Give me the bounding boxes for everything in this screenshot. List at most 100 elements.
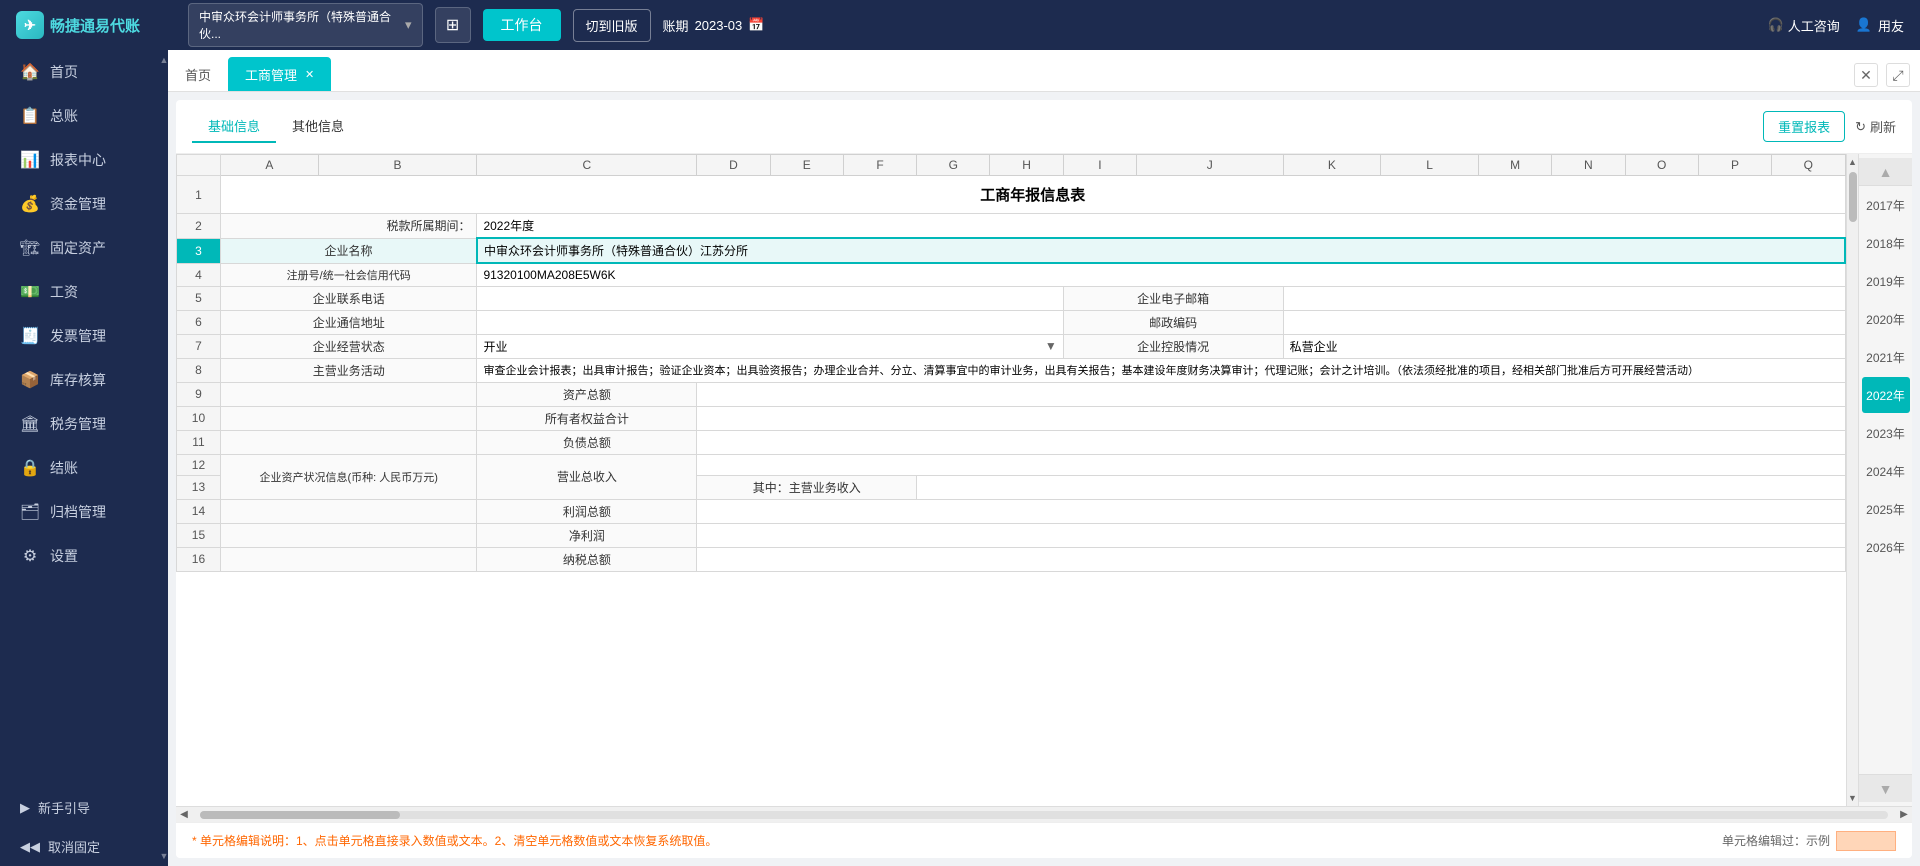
cell-3-value[interactable]: 中审众环会计师事务所（特殊普通合伙）江苏分所 bbox=[477, 238, 1845, 263]
page-toolbar: 基础信息 其他信息 重置报表 ↻ 刷新 bbox=[176, 100, 1912, 154]
cell-7-value1[interactable]: 开业 ▼ bbox=[477, 334, 1063, 358]
cell-11-value[interactable] bbox=[697, 430, 1845, 454]
year-sidebar: ▲ 2017年 2018年 2019年 2020年 2021年 2022年 20… bbox=[1858, 154, 1912, 806]
reset-button[interactable]: 重置报表 bbox=[1763, 111, 1845, 142]
sub-tab-basic[interactable]: 基础信息 bbox=[192, 110, 276, 143]
col-P: P bbox=[1698, 155, 1771, 176]
tab-close-icon[interactable]: ✕ bbox=[305, 68, 314, 81]
row-num-12: 12 bbox=[177, 454, 221, 475]
sidebar-label-invoice: 发票管理 bbox=[50, 326, 106, 346]
service-btn[interactable]: 🎧 人工咨询 bbox=[1768, 16, 1840, 35]
cell-14-label: 利润总额 bbox=[477, 499, 697, 523]
year-btn-2021[interactable]: 2021年 bbox=[1862, 339, 1910, 375]
cell-14-value[interactable] bbox=[697, 499, 1845, 523]
cell-5-value2[interactable] bbox=[1283, 286, 1845, 310]
topbar: ✈ 畅捷通易代账 中审众环会计师事务所（特殊普通合伙... ▾ ⊞ 工作台 切到… bbox=[0, 0, 1920, 50]
logo-icon: ✈ bbox=[16, 11, 44, 39]
user-menu[interactable]: 👤 用友 bbox=[1856, 16, 1904, 35]
cell-5-label1: 企业联系电话 bbox=[220, 286, 476, 310]
cell-13-value[interactable] bbox=[917, 475, 1845, 499]
ledger-icon: 📋 bbox=[20, 106, 40, 126]
v-scroll-up[interactable]: ▲ bbox=[1847, 154, 1858, 170]
table-row: 12 企业资产状况信息(币种: 人民币万元) 营业总收入 bbox=[177, 454, 1846, 475]
cell-1-title[interactable]: 工商年报信息表 bbox=[220, 176, 1845, 214]
year-btn-2018[interactable]: 2018年 bbox=[1862, 225, 1910, 261]
col-L: L bbox=[1381, 155, 1479, 176]
col-K: K bbox=[1283, 155, 1381, 176]
company-selector[interactable]: 中审众环会计师事务所（特殊普通合伙... ▾ bbox=[188, 3, 423, 47]
cell-7-value2[interactable]: 私营企业 bbox=[1283, 334, 1845, 358]
col-J: J bbox=[1137, 155, 1284, 176]
sidebar-item-ledger[interactable]: 📋 总账 bbox=[0, 94, 168, 138]
cell-12-value[interactable] bbox=[697, 454, 1845, 475]
tab-maximize[interactable]: ⤢ bbox=[1886, 63, 1910, 87]
sidebar-item-settings[interactable]: ⚙ 设置 bbox=[0, 534, 168, 578]
settings-icon: ⚙ bbox=[20, 546, 40, 566]
refresh-button[interactable]: ↻ 刷新 bbox=[1855, 117, 1896, 136]
cell-6-value2[interactable] bbox=[1283, 310, 1845, 334]
spreadsheet-container[interactable]: A B C D E F G H I J K L bbox=[176, 154, 1846, 806]
cell-4-value[interactable]: 91320100MA208E5W6K bbox=[477, 263, 1845, 286]
year-nav-down[interactable]: ▼ bbox=[1859, 774, 1912, 802]
h-scroll-thumb[interactable] bbox=[200, 811, 400, 819]
sidebar-item-tax[interactable]: 🏛 税务管理 bbox=[0, 402, 168, 446]
year-btn-2025[interactable]: 2025年 bbox=[1862, 491, 1910, 527]
cell-8-value[interactable]: 审查企业会计报表；出具审计报告；验证企业资本；出具验资报告；办理企业合并、分立、… bbox=[477, 358, 1845, 382]
h-scroll-left[interactable]: ◀ bbox=[176, 807, 192, 823]
tab-close-window[interactable]: ✕ bbox=[1854, 63, 1878, 87]
col-I: I bbox=[1063, 155, 1136, 176]
sidebar-item-salary[interactable]: 💵 工资 bbox=[0, 270, 168, 314]
sidebar-unpin[interactable]: ◀◀ 取消固定 bbox=[0, 827, 168, 866]
cell-15-value[interactable] bbox=[697, 523, 1845, 547]
sidebar-item-closing[interactable]: 🔒 结账 bbox=[0, 446, 168, 490]
company-icon-btn[interactable]: ⊞ bbox=[435, 7, 471, 43]
guide-icon: ▶ bbox=[20, 800, 30, 816]
sidebar-guide[interactable]: ▶ 新手引导 bbox=[0, 788, 168, 827]
year-btn-2020[interactable]: 2020年 bbox=[1862, 301, 1910, 337]
year-nav-up[interactable]: ▲ bbox=[1859, 158, 1912, 186]
sidebar-item-funds[interactable]: 💰 资金管理 bbox=[0, 182, 168, 226]
table-row: 10 所有者权益合计 bbox=[177, 406, 1846, 430]
period-value: 2023-03 bbox=[695, 18, 743, 33]
year-btn-2017[interactable]: 2017年 bbox=[1862, 187, 1910, 223]
tab-business[interactable]: 工商管理 ✕ bbox=[228, 57, 331, 91]
dropdown-arrow-icon[interactable]: ▼ bbox=[1045, 339, 1057, 353]
cell-5-value1[interactable] bbox=[477, 286, 1063, 310]
year-btn-2023[interactable]: 2023年 bbox=[1862, 415, 1910, 451]
h-scroll-track[interactable] bbox=[200, 811, 1888, 819]
cell-5-label2: 企业电子邮箱 bbox=[1063, 286, 1283, 310]
calendar-icon[interactable]: 📅 bbox=[748, 17, 764, 33]
sub-tab-other-label: 其他信息 bbox=[292, 119, 344, 134]
cell-9-value[interactable] bbox=[697, 382, 1845, 406]
v-scroll-down[interactable]: ▼ bbox=[1847, 790, 1858, 806]
sidebar-label-funds: 资金管理 bbox=[50, 194, 106, 214]
old-version-button[interactable]: 切到旧版 bbox=[573, 9, 651, 42]
service-label: 人工咨询 bbox=[1788, 16, 1840, 35]
cell-11-label: 负债总额 bbox=[477, 430, 697, 454]
table-row: 9 资产总额 bbox=[177, 382, 1846, 406]
cell-16-value[interactable] bbox=[697, 547, 1845, 571]
cell-2-value[interactable]: 2022年度 bbox=[477, 214, 1845, 239]
year-btn-2019[interactable]: 2019年 bbox=[1862, 263, 1910, 299]
year-btn-2024[interactable]: 2024年 bbox=[1862, 453, 1910, 489]
sidebar-item-reports[interactable]: 📊 报表中心 bbox=[0, 138, 168, 182]
user-name: 用友 bbox=[1878, 16, 1904, 35]
cell-10-value[interactable] bbox=[697, 406, 1845, 430]
year-btn-2026[interactable]: 2026年 bbox=[1862, 529, 1910, 565]
sidebar-scroll-up[interactable]: ▲ bbox=[160, 50, 168, 70]
h-scroll-right[interactable]: ▶ bbox=[1896, 807, 1912, 823]
sidebar-item-invoice[interactable]: 🧾 发票管理 bbox=[0, 314, 168, 358]
main-layout: ▲ ▼ 🏠 首页 📋 总账 📊 报表中心 💰 资金管理 🏗 固定资产 💵 工资 bbox=[0, 50, 1920, 866]
cell-6-value1[interactable] bbox=[477, 310, 1063, 334]
sidebar-item-home[interactable]: 🏠 首页 bbox=[0, 50, 168, 94]
sidebar-item-archive[interactable]: 🗂 归档管理 bbox=[0, 490, 168, 534]
sidebar-item-inventory[interactable]: 📦 库存核算 bbox=[0, 358, 168, 402]
year-btn-2022[interactable]: 2022年 bbox=[1862, 377, 1910, 413]
sidebar-scroll-down[interactable]: ▼ bbox=[160, 846, 168, 866]
tab-home[interactable]: 首页 bbox=[168, 57, 228, 91]
sidebar-item-assets[interactable]: 🏗 固定资产 bbox=[0, 226, 168, 270]
col-D: D bbox=[697, 155, 770, 176]
v-scroll-thumb[interactable] bbox=[1849, 172, 1857, 222]
workbench-button[interactable]: 工作台 bbox=[483, 9, 561, 41]
sub-tab-other[interactable]: 其他信息 bbox=[276, 110, 360, 143]
